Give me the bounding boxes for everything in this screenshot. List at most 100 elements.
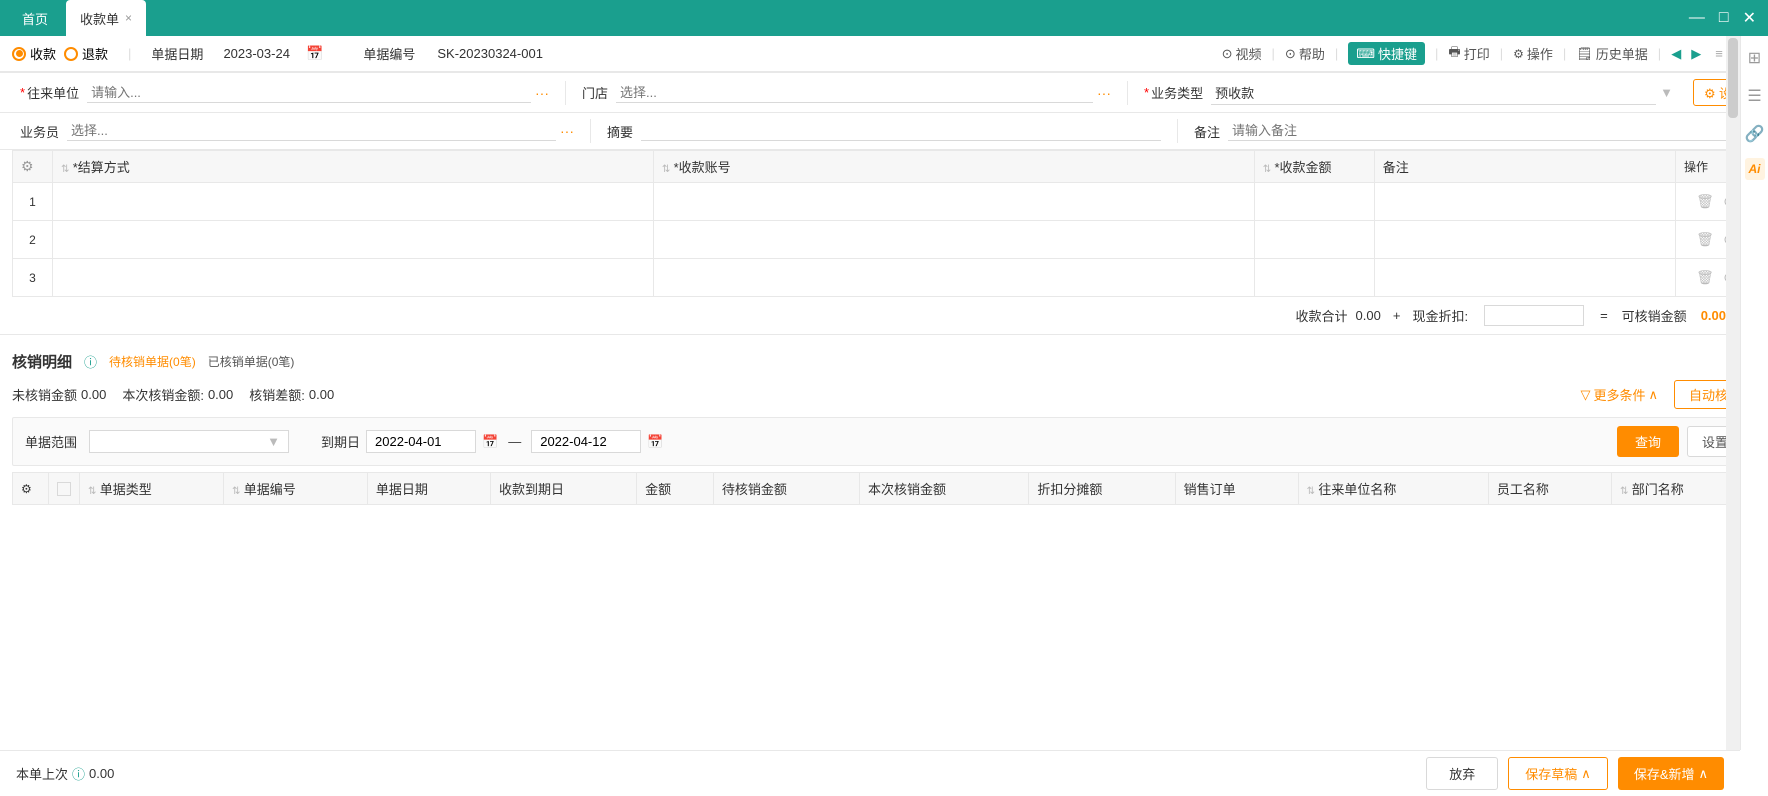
form-row-1: * 往来单位 ··· 门店 ··· * 业务类型 预收款 ▼ ⚙ 设置 <box>0 72 1768 113</box>
radio-receipt-label: 收款 <box>30 44 56 63</box>
save-draft-arrow[interactable]: ∧ <box>1581 766 1591 782</box>
help-btn-label: 帮助 <box>1299 44 1325 63</box>
toolbar-right-actions: ⊙ 视频 | ⊙ 帮助 | ⌨ 快捷键 | 🖶 打印 | ⚙ 操作 <box>1222 42 1756 65</box>
done-tab[interactable]: 已核销单据(0笔) <box>208 353 295 370</box>
window-minimize-btn[interactable]: — <box>1685 9 1709 27</box>
history-btn[interactable]: 🗒 历史单据 <box>1576 44 1648 63</box>
shop-dots[interactable]: ··· <box>1097 85 1111 101</box>
th-settings[interactable]: ⚙ <box>13 151 53 183</box>
discount-input[interactable] <box>1484 305 1584 326</box>
sub-th-gear[interactable]: ⚙ <box>13 473 49 505</box>
biz-type-field: * 业务类型 预收款 ▼ <box>1136 81 1681 105</box>
th-receipt-amount: ⇅ *收款金额 <box>1254 151 1374 183</box>
reconcile-info-icon[interactable]: ⓘ <box>84 352 97 371</box>
row-remark-1[interactable] <box>1374 183 1675 221</box>
summary-input[interactable] <box>641 121 1161 141</box>
toolbar-list-icon[interactable]: ≡ <box>1715 46 1723 61</box>
history-btn-label: 历史单据 <box>1596 44 1648 63</box>
sub-th-check[interactable] <box>49 473 80 505</box>
date-label: 到期日 <box>321 432 360 451</box>
filter-right-btns: 查询 设置 <box>1617 426 1743 457</box>
query-btn[interactable]: 查询 <box>1617 426 1679 457</box>
tab-close-btn[interactable]: × <box>125 11 132 25</box>
staff-input[interactable] <box>67 121 556 141</box>
shortcut-btn[interactable]: ⌨ 快捷键 <box>1348 42 1425 65</box>
sub-table: ⚙ ⇅ 单据类型 ⇅ 单据编号 单据日期 <box>12 472 1756 505</box>
window-close-btn[interactable]: ✕ <box>1739 8 1760 28</box>
sub-th-amount: 金额 <box>637 473 714 505</box>
pending-tab[interactable]: 待核销单据(0笔) <box>109 353 196 370</box>
save-new-arrow[interactable]: ∧ <box>1698 766 1708 782</box>
row-amount-1[interactable] <box>1254 183 1374 221</box>
row-remark-3[interactable] <box>1374 259 1675 297</box>
select-all-checkbox[interactable] <box>57 482 71 496</box>
sidebar-ai-btn[interactable]: Ai <box>1745 158 1765 180</box>
reconcile-section: 核销明细 ⓘ 待核销单据(0笔) 已核销单据(0笔) 未核销金额 0.00 本次… <box>0 341 1768 750</box>
current-label: 本次核销金额: <box>122 385 204 404</box>
date-from-input[interactable] <box>366 430 476 453</box>
nav-prev-btn[interactable]: ◀ <box>1671 46 1681 62</box>
date-to-input[interactable] <box>531 430 641 453</box>
row-delete-3[interactable]: 🗑 <box>1696 269 1714 285</box>
divider-5: | <box>1563 46 1566 61</box>
save-new-btn[interactable]: 保存&新增 ∧ <box>1618 757 1724 790</box>
scrollbar[interactable] <box>1726 36 1740 750</box>
sidebar-link-icon[interactable]: 🔗 <box>1741 120 1768 148</box>
calendar-icon[interactable]: 📅 <box>306 45 323 62</box>
sub-th-bill-number: ⇅ 单据编号 <box>223 473 367 505</box>
radio-receipt[interactable]: 收款 <box>12 44 56 63</box>
remark-label: 备注 <box>1194 122 1220 141</box>
row-account-3[interactable] <box>653 259 1254 297</box>
scroll-thumb[interactable] <box>1728 38 1738 118</box>
row-amount-2[interactable] <box>1254 221 1374 259</box>
shop-input[interactable] <box>616 83 1093 103</box>
form-divider-1 <box>565 81 566 105</box>
row-payment-2[interactable] <box>53 221 654 259</box>
ops-btn[interactable]: ⚙ 操作 <box>1513 44 1553 63</box>
partner-input[interactable] <box>87 83 531 103</box>
form-divider-3 <box>590 119 591 143</box>
shortcut-icon: ⌨ <box>1356 46 1375 62</box>
row-delete-1[interactable]: 🗑 <box>1696 193 1714 209</box>
row-account-2[interactable] <box>653 221 1254 259</box>
summary-label: 摘要 <box>607 122 633 141</box>
sidebar-icon-2[interactable]: ☰ <box>1743 82 1765 110</box>
video-btn[interactable]: ⊙ 视频 <box>1222 44 1262 63</box>
radio-refund[interactable]: 退款 <box>64 44 108 63</box>
table-gear-icon[interactable]: ⚙ <box>21 158 34 174</box>
tab-receipt[interactable]: 收款单 × <box>66 0 146 36</box>
range-select-arrow: ▼ <box>267 434 280 449</box>
biz-type-arrow[interactable]: ▼ <box>1660 85 1673 100</box>
window-maximize-btn[interactable]: □ <box>1715 9 1733 27</box>
date-to-icon[interactable]: 📅 <box>647 434 663 450</box>
sub-th-pending: 待核销金额 <box>713 473 859 505</box>
footer-value: 0.00 <box>89 766 114 781</box>
discard-btn[interactable]: 放弃 <box>1426 757 1498 790</box>
save-draft-btn[interactable]: 保存草稿 ∧ <box>1508 757 1608 790</box>
date-from-icon[interactable]: 📅 <box>482 434 498 450</box>
diff-stat: 核销差额: 0.00 <box>249 385 334 404</box>
print-btn[interactable]: 🖶 打印 <box>1448 43 1489 65</box>
row-amount-3[interactable] <box>1254 259 1374 297</box>
row-payment-1[interactable] <box>53 183 654 221</box>
main-table-wrapper: ⚙ ⇅ *结算方式 ⇅ *收款账号 ⇅ *收款金额 备注 <box>0 150 1768 297</box>
sub-th-current-reconcile: 本次核销金额 <box>860 473 1029 505</box>
row-payment-3[interactable] <box>53 259 654 297</box>
range-select[interactable]: ▼ <box>89 430 289 453</box>
sidebar-icon-1[interactable]: ⊞ <box>1744 44 1765 72</box>
remark-input[interactable] <box>1228 121 1748 141</box>
help-btn[interactable]: ⊙ 帮助 <box>1285 44 1325 63</box>
more-conditions-btn[interactable]: ▽ 更多条件 ∧ <box>1580 385 1658 404</box>
partner-dots[interactable]: ··· <box>535 85 549 101</box>
footer-info-icon[interactable]: ⓘ <box>72 764 85 783</box>
total-label: 收款合计 <box>1296 306 1348 325</box>
current-value: 0.00 <box>208 387 233 402</box>
row-account-1[interactable] <box>653 183 1254 221</box>
tab-home[interactable]: 首页 <box>8 0 62 36</box>
nav-next-btn[interactable]: ▶ <box>1691 46 1701 62</box>
row-delete-2[interactable]: 🗑 <box>1696 231 1714 247</box>
row-remark-2[interactable] <box>1374 221 1675 259</box>
radio-receipt-dot <box>12 47 26 61</box>
number-value: SK-20230324-001 <box>437 46 543 61</box>
staff-dots[interactable]: ··· <box>560 123 574 139</box>
